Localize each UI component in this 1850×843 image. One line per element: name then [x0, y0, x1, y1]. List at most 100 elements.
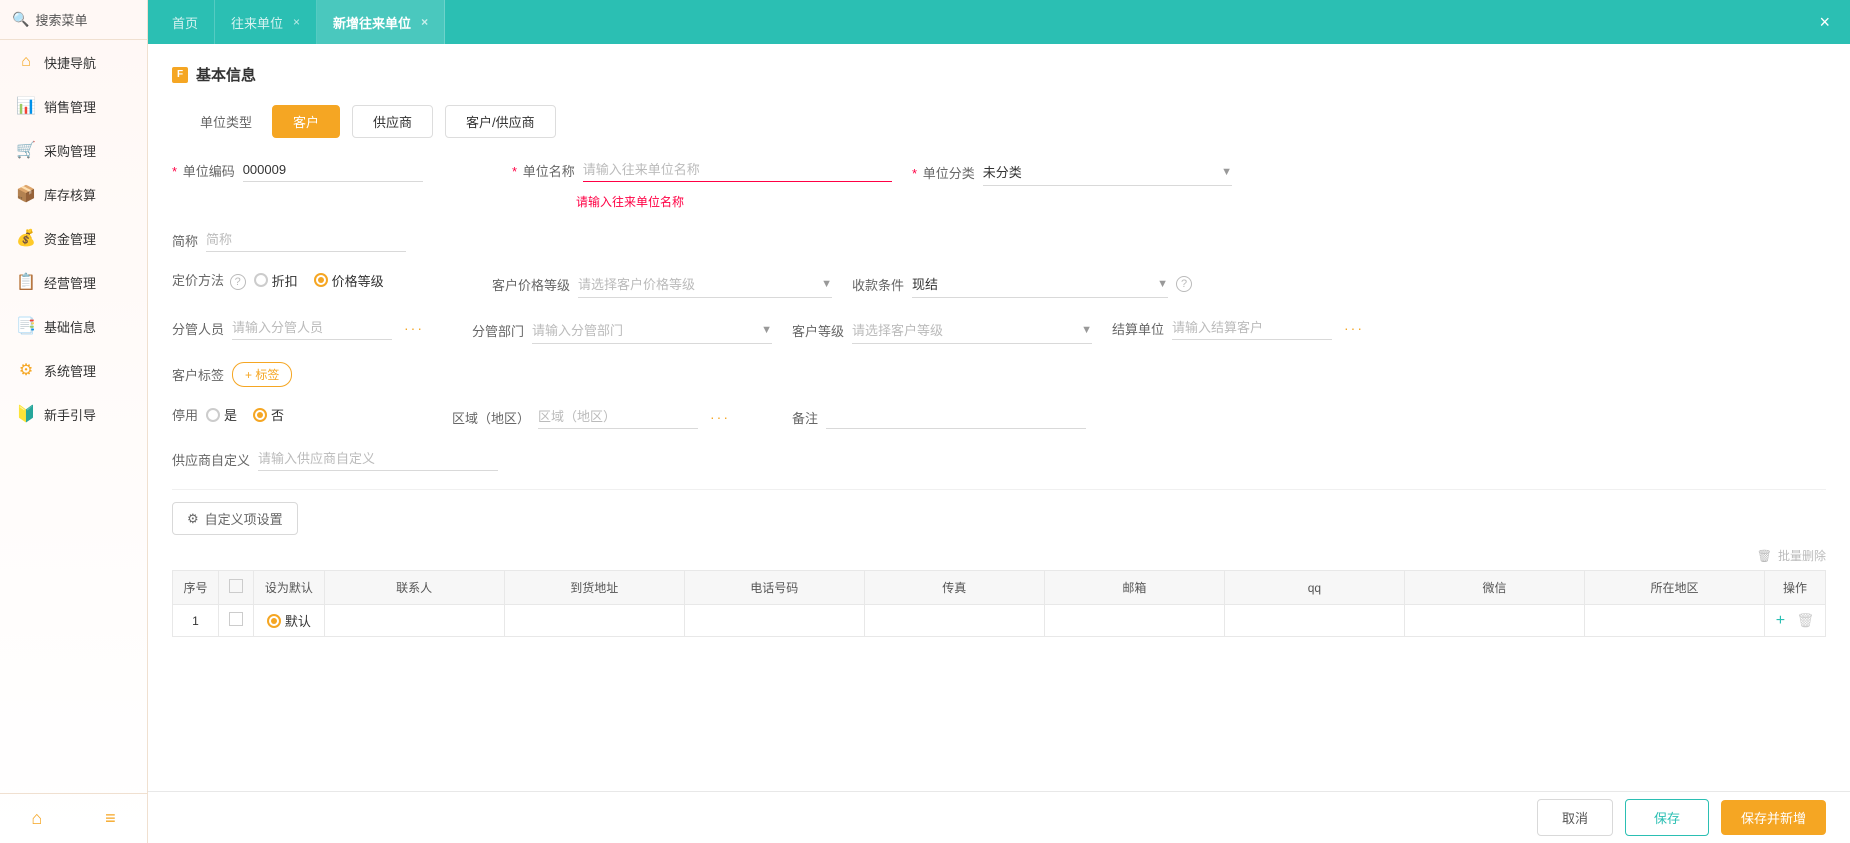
- region-field: 区域（地区） ···: [452, 405, 772, 429]
- col-wechat: 微信: [1404, 571, 1584, 605]
- row-fax[interactable]: [864, 605, 1044, 637]
- system-icon: ⚙: [16, 360, 36, 380]
- sidebar-item-finance[interactable]: 💰 资金管理: [0, 216, 147, 260]
- short-name-input[interactable]: [206, 228, 406, 252]
- tab-home-label: 首页: [172, 13, 198, 32]
- tab-partners-close[interactable]: ×: [293, 15, 300, 29]
- add-tag-btn[interactable]: + 标签: [232, 362, 292, 387]
- sidebar-item-sales[interactable]: 📊 销售管理: [0, 84, 147, 128]
- department-label: 分管部门: [472, 321, 524, 340]
- form-row-6: 停用 是 否 区域（地区） ··· 备注: [172, 405, 1826, 429]
- row-contact-input[interactable]: [335, 614, 494, 628]
- col-qq: qq: [1224, 571, 1404, 605]
- pricing-discount-radio[interactable]: 折扣: [254, 271, 298, 290]
- row-email-input[interactable]: [1055, 614, 1214, 628]
- sidebar-item-inventory[interactable]: 📦 库存核算: [0, 172, 147, 216]
- tab-partners[interactable]: 往来单位 ×: [215, 0, 317, 44]
- sidebar-home-btn[interactable]: ⌂: [25, 802, 48, 835]
- customer-level-select[interactable]: 请选择客户等级 ▼: [852, 316, 1092, 344]
- tab-new-partner[interactable]: 新增往来单位 ×: [317, 0, 445, 44]
- disabled-no-radio[interactable]: 否: [253, 405, 284, 424]
- unit-code-input[interactable]: [243, 158, 423, 182]
- sidebar-item-guide[interactable]: 🔰 新手引导: [0, 392, 147, 436]
- settlement-input[interactable]: [1172, 316, 1332, 340]
- col-default: 设为默认: [254, 571, 325, 605]
- sidebar-item-basic-info[interactable]: 📑 基础信息: [0, 304, 147, 348]
- row-email[interactable]: [1044, 605, 1224, 637]
- inventory-icon: 📦: [16, 184, 36, 204]
- payment-terms-select[interactable]: 现结 ▼: [912, 270, 1168, 298]
- supplier-custom-field: 供应商自定义: [172, 447, 552, 471]
- row-phone-input[interactable]: [695, 614, 854, 628]
- payment-terms-field: 收款条件 现结 ▼ ?: [852, 270, 1192, 298]
- row-qq[interactable]: [1224, 605, 1404, 637]
- settlement-more-btn[interactable]: ···: [1340, 320, 1368, 336]
- sidebar-item-quick-nav[interactable]: ⌂ 快捷导航: [0, 40, 147, 84]
- row-default-radio[interactable]: 默认: [264, 611, 314, 630]
- sidebar-item-purchase[interactable]: 🛒 采购管理: [0, 128, 147, 172]
- cancel-button[interactable]: 取消: [1537, 799, 1613, 836]
- section-title: 基本信息: [196, 64, 256, 85]
- row-location-input[interactable]: [1595, 614, 1754, 628]
- row-checkbox[interactable]: [229, 612, 243, 626]
- region-more-btn[interactable]: ···: [706, 409, 734, 425]
- sidebar: 🔍 搜索菜单 ⌂ 快捷导航 📊 销售管理 🛒 采购管理 📦 库存核算 💰 资金管…: [0, 0, 148, 843]
- col-seq: 序号: [173, 571, 219, 605]
- search-menu-item[interactable]: 🔍 搜索菜单: [0, 0, 147, 40]
- remark-input[interactable]: [826, 405, 1086, 429]
- disabled-label: 停用: [172, 405, 198, 424]
- search-icon: 🔍: [12, 11, 29, 28]
- batch-delete-label[interactable]: 批量删除: [1778, 547, 1826, 564]
- tab-new-partner-close[interactable]: ×: [421, 15, 428, 29]
- unit-name-input[interactable]: [583, 158, 892, 182]
- save-and-new-button[interactable]: 保存并新增: [1721, 800, 1826, 835]
- customer-price-select[interactable]: 请选择客户价格等级 ▼: [578, 270, 832, 298]
- unit-type-supplier-btn[interactable]: 供应商: [352, 105, 433, 138]
- supplier-custom-input[interactable]: [258, 447, 498, 471]
- region-input[interactable]: [538, 405, 698, 429]
- row-actions: + 🗑: [1765, 605, 1826, 637]
- tab-home[interactable]: 首页: [156, 0, 215, 44]
- unit-category-field: * 单位分类 未分类 ▼: [912, 158, 1232, 186]
- menu-icon: ≡: [105, 808, 116, 829]
- department-select[interactable]: 请输入分管部门 ▼: [532, 316, 772, 344]
- sidebar-item-operations[interactable]: 📋 经营管理: [0, 260, 147, 304]
- row-address[interactable]: [504, 605, 684, 637]
- department-placeholder: 请输入分管部门: [532, 320, 757, 339]
- select-all-checkbox[interactable]: [229, 579, 243, 593]
- sidebar-item-system[interactable]: ⚙ 系统管理: [0, 348, 147, 392]
- unit-category-select[interactable]: 未分类 ▼: [983, 158, 1232, 186]
- pricing-help-icon[interactable]: ?: [230, 274, 246, 290]
- row-contact[interactable]: [324, 605, 504, 637]
- manager-more-btn[interactable]: ···: [400, 320, 428, 336]
- row-fax-input[interactable]: [875, 614, 1034, 628]
- add-row-btn[interactable]: +: [1776, 612, 1785, 629]
- unit-type-both-btn[interactable]: 客户/供应商: [445, 105, 556, 138]
- col-checkbox[interactable]: [219, 571, 254, 605]
- row-seq: 1: [173, 605, 219, 637]
- tab-bar-close-all[interactable]: ×: [1807, 12, 1842, 33]
- form-row-7: 供应商自定义: [172, 447, 1826, 471]
- row-address-input[interactable]: [515, 614, 674, 628]
- manager-input[interactable]: [232, 316, 392, 340]
- sidebar-menu-btn[interactable]: ≡: [99, 802, 122, 835]
- row-qq-input[interactable]: [1235, 614, 1394, 628]
- customer-price-field: 客户价格等级 请选择客户价格等级 ▼: [492, 270, 832, 298]
- del-row-btn[interactable]: 🗑: [1796, 612, 1814, 628]
- row-location[interactable]: [1584, 605, 1764, 637]
- payment-help-icon[interactable]: ?: [1176, 276, 1192, 292]
- manager-field: 分管人员 ···: [172, 316, 452, 340]
- section-header: F 基本信息: [172, 64, 1826, 85]
- disabled-yes-radio[interactable]: 是: [206, 405, 237, 424]
- unit-type-customer-btn[interactable]: 客户: [272, 105, 340, 138]
- pricing-level-radio[interactable]: 价格等级: [314, 271, 384, 290]
- save-button[interactable]: 保存: [1625, 799, 1709, 836]
- unit-category-label: * 单位分类: [912, 163, 975, 182]
- row-phone[interactable]: [684, 605, 864, 637]
- row-wechat[interactable]: [1404, 605, 1584, 637]
- row-wechat-input[interactable]: [1415, 614, 1574, 628]
- custom-settings-btn[interactable]: ⚙ 自定义项设置: [172, 502, 298, 535]
- unit-code-field: * 单位编码: [172, 158, 492, 182]
- row-default-label: 默认: [285, 611, 311, 630]
- home-icon: ⌂: [31, 808, 42, 829]
